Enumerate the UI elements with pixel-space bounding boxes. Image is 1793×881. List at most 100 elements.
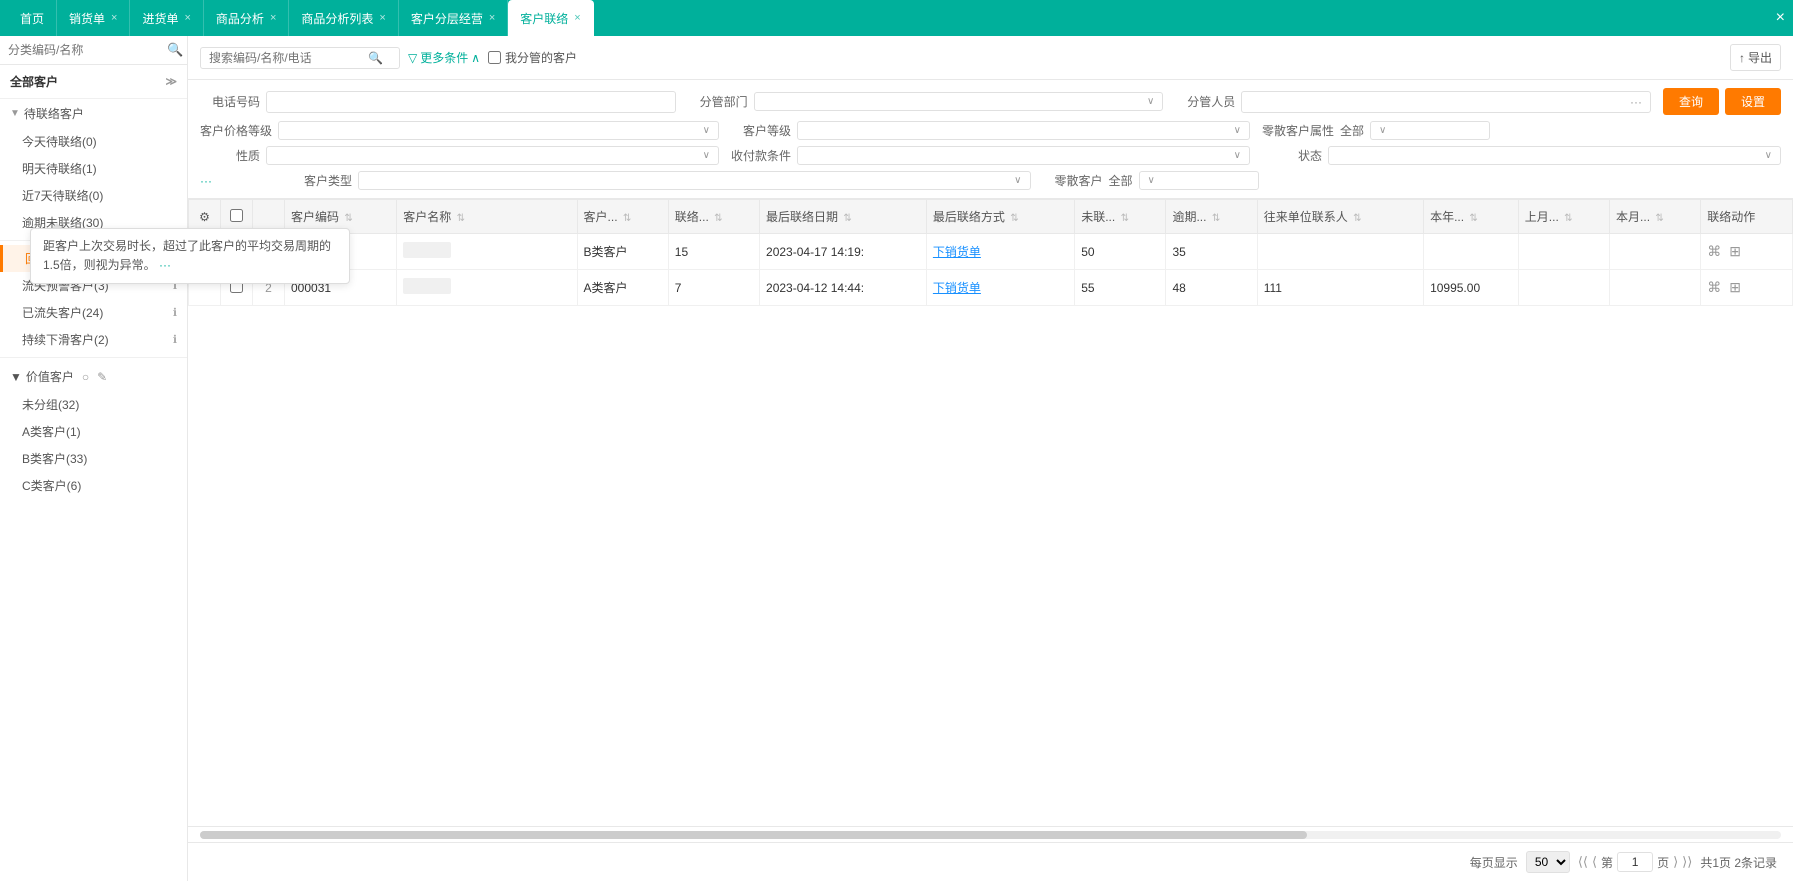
sort-uncontacted-icon[interactable]: ⇅ <box>1121 213 1129 224</box>
sidebar-item-unclassified[interactable]: 未分组(32) <box>0 391 187 418</box>
tab-analysis[interactable]: 商品分析 × <box>204 0 289 36</box>
query-button[interactable]: 查询 <box>1663 88 1719 115</box>
col-last-method[interactable]: 最后联络方式 ⇅ <box>926 200 1074 234</box>
sort-level-icon[interactable]: ⇅ <box>623 213 631 224</box>
all-customers-header[interactable]: 全部客户 ≫ <box>0 65 187 99</box>
sort-last-date-icon[interactable]: ⇅ <box>843 213 851 224</box>
first-page-button[interactable]: ⟨⟨ <box>1578 854 1588 870</box>
search-submit-icon[interactable]: 🔍 <box>368 51 383 65</box>
sidebar-item-class-a[interactable]: A类客户(1) <box>0 418 187 445</box>
tab-analysis-list[interactable]: 商品分析列表 × <box>289 0 398 36</box>
row2-last-method-link[interactable]: 下销货单 <box>933 281 981 295</box>
info-icon-churned[interactable]: ℹ <box>173 306 177 319</box>
filter-nature-select[interactable]: ∨ <box>266 146 719 165</box>
row1-link-icon[interactable]: ⌘ <box>1707 243 1721 260</box>
col-overdue[interactable]: 逾期... ⇅ <box>1166 200 1257 234</box>
row2-grid-icon[interactable]: ⊞ <box>1729 279 1741 296</box>
filter-status-select[interactable]: ∨ <box>1328 146 1781 165</box>
col-level[interactable]: 客户... ⇅ <box>577 200 668 234</box>
row1-last-method-link[interactable]: 下销货单 <box>933 245 981 259</box>
tab-purchase[interactable]: 进货单 × <box>130 0 203 36</box>
col-uncontacted[interactable]: 未联... ⇅ <box>1075 200 1166 234</box>
settings-button[interactable]: 设置 <box>1725 88 1781 115</box>
sort-name-icon[interactable]: ⇅ <box>457 213 465 224</box>
more-dots-icon[interactable]: ··· <box>200 174 212 188</box>
sidebar-item-class-b[interactable]: B类客户(33) <box>0 445 187 472</box>
filter-customer-type-select[interactable]: ∨ <box>358 171 1031 190</box>
row1-name[interactable] <box>397 234 577 270</box>
sort-code-icon[interactable]: ⇅ <box>344 213 352 224</box>
close-purchase-icon[interactable]: × <box>184 12 190 24</box>
prev-page-button[interactable]: ⟨ <box>1592 854 1597 870</box>
filter-customer-level-select[interactable]: ∨ <box>797 121 1250 140</box>
row2-link-icon[interactable]: ⌘ <box>1707 279 1721 296</box>
col-last-date[interactable]: 最后联络日期 ⇅ <box>760 200 927 234</box>
filter-price-level-select[interactable]: ∨ <box>278 121 719 140</box>
horizontal-scrollbar[interactable] <box>188 826 1793 842</box>
tab-home[interactable]: 首页 <box>8 0 57 36</box>
search-input[interactable] <box>209 51 364 65</box>
row2-this-month <box>1610 270 1701 306</box>
scrollbar-thumb[interactable] <box>200 831 1307 839</box>
collapse-icon[interactable]: ≫ <box>165 75 177 88</box>
next-page-button[interactable]: ⟩ <box>1673 854 1678 870</box>
my-customers-checkbox[interactable] <box>488 51 501 64</box>
export-button[interactable]: ↑ 导出 <box>1730 44 1781 71</box>
tab-customer-contact[interactable]: 客户联络 × <box>508 0 593 36</box>
filter-price-level: 客户价格等级 ∨ <box>200 121 719 140</box>
close-analysis-icon[interactable]: × <box>270 12 276 24</box>
col-this-month[interactable]: 本月... ⇅ <box>1610 200 1701 234</box>
tab-sales[interactable]: 销货单 × <box>57 0 130 36</box>
filter-retail-attr-select[interactable]: ∨ <box>1370 121 1490 140</box>
filter-payment-label: 收付款条件 <box>731 147 791 164</box>
last-page-button[interactable]: ⟩⟩ <box>1682 854 1692 870</box>
row1-last-method[interactable]: 下销货单 <box>926 234 1074 270</box>
col-last-month[interactable]: 上月... ⇅ <box>1518 200 1609 234</box>
tab-customer-segment[interactable]: 客户分层经营 × <box>399 0 508 36</box>
sort-this-month-icon[interactable]: ⇅ <box>1655 213 1663 224</box>
sidebar-item-churned[interactable]: 已流失客户(24) ℹ <box>0 299 187 326</box>
sidebar-item-tomorrow-pending[interactable]: 明天待联络(1) <box>0 155 187 182</box>
close-analysis-list-icon[interactable]: × <box>379 12 385 24</box>
row2-last-method[interactable]: 下销货单 <box>926 270 1074 306</box>
select-all-checkbox[interactable] <box>230 209 243 222</box>
value-edit-icon[interactable]: ○ <box>82 370 89 384</box>
current-page-input[interactable] <box>1617 852 1653 872</box>
close-sales-icon[interactable]: × <box>111 12 117 24</box>
sort-contact-icon[interactable]: ⇅ <box>714 213 722 224</box>
filter-payment-select[interactable]: ∨ <box>797 146 1250 165</box>
sidebar-search-input[interactable] <box>8 43 163 57</box>
window-close-button[interactable]: × <box>1776 9 1785 27</box>
info-icon-declining[interactable]: ℹ <box>173 333 177 346</box>
sort-overdue-icon[interactable]: ⇅ <box>1212 213 1220 224</box>
col-last-method-label: 最后联络方式 <box>933 210 1005 224</box>
col-contact[interactable]: 联络... ⇅ <box>668 200 759 234</box>
col-name[interactable]: 客户名称 ⇅ <box>397 200 577 234</box>
filter-phone-input[interactable] <box>266 91 676 113</box>
sort-last-month-icon[interactable]: ⇅ <box>1564 213 1572 224</box>
more-conditions-button[interactable]: ▽ 更多条件 ∧ <box>408 49 480 66</box>
close-customer-segment-icon[interactable]: × <box>489 12 495 24</box>
row1-grid-icon[interactable]: ⊞ <box>1729 243 1741 260</box>
scrollbar-track[interactable] <box>200 831 1781 839</box>
col-history-contact[interactable]: 往来单位联系人 ⇅ <box>1257 200 1423 234</box>
filter-person-select[interactable]: ··· <box>1241 91 1651 113</box>
sort-history-icon[interactable]: ⇅ <box>1353 213 1361 224</box>
filter-retail-customer-select[interactable]: ∨ <box>1139 171 1259 190</box>
pending-group-header[interactable]: ▼ 待联络客户 <box>0 99 187 128</box>
per-page-select[interactable]: 50 <box>1526 851 1570 873</box>
tooltip-more[interactable]: ··· <box>159 258 171 272</box>
sort-this-year-icon[interactable]: ⇅ <box>1469 213 1477 224</box>
sidebar-item-class-c[interactable]: C类客户(6) <box>0 472 187 499</box>
col-this-year[interactable]: 本年... ⇅ <box>1424 200 1519 234</box>
close-customer-contact-icon[interactable]: × <box>574 12 580 24</box>
sidebar-item-today-pending[interactable]: 今天待联络(0) <box>0 128 187 155</box>
page-end-label: 页 <box>1657 854 1669 871</box>
sidebar-item-7days-pending[interactable]: 近7天待联络(0) <box>0 182 187 209</box>
sidebar-item-declining[interactable]: 持续下滑客户(2) ℹ <box>0 326 187 353</box>
sort-last-method-icon[interactable]: ⇅ <box>1010 213 1018 224</box>
value-edit-icon2[interactable]: ✎ <box>97 370 107 384</box>
row2-name[interactable] <box>397 270 577 306</box>
sidebar-search-icon[interactable]: 🔍 <box>167 42 183 58</box>
filter-dept-select[interactable]: ∨ <box>754 92 1164 111</box>
